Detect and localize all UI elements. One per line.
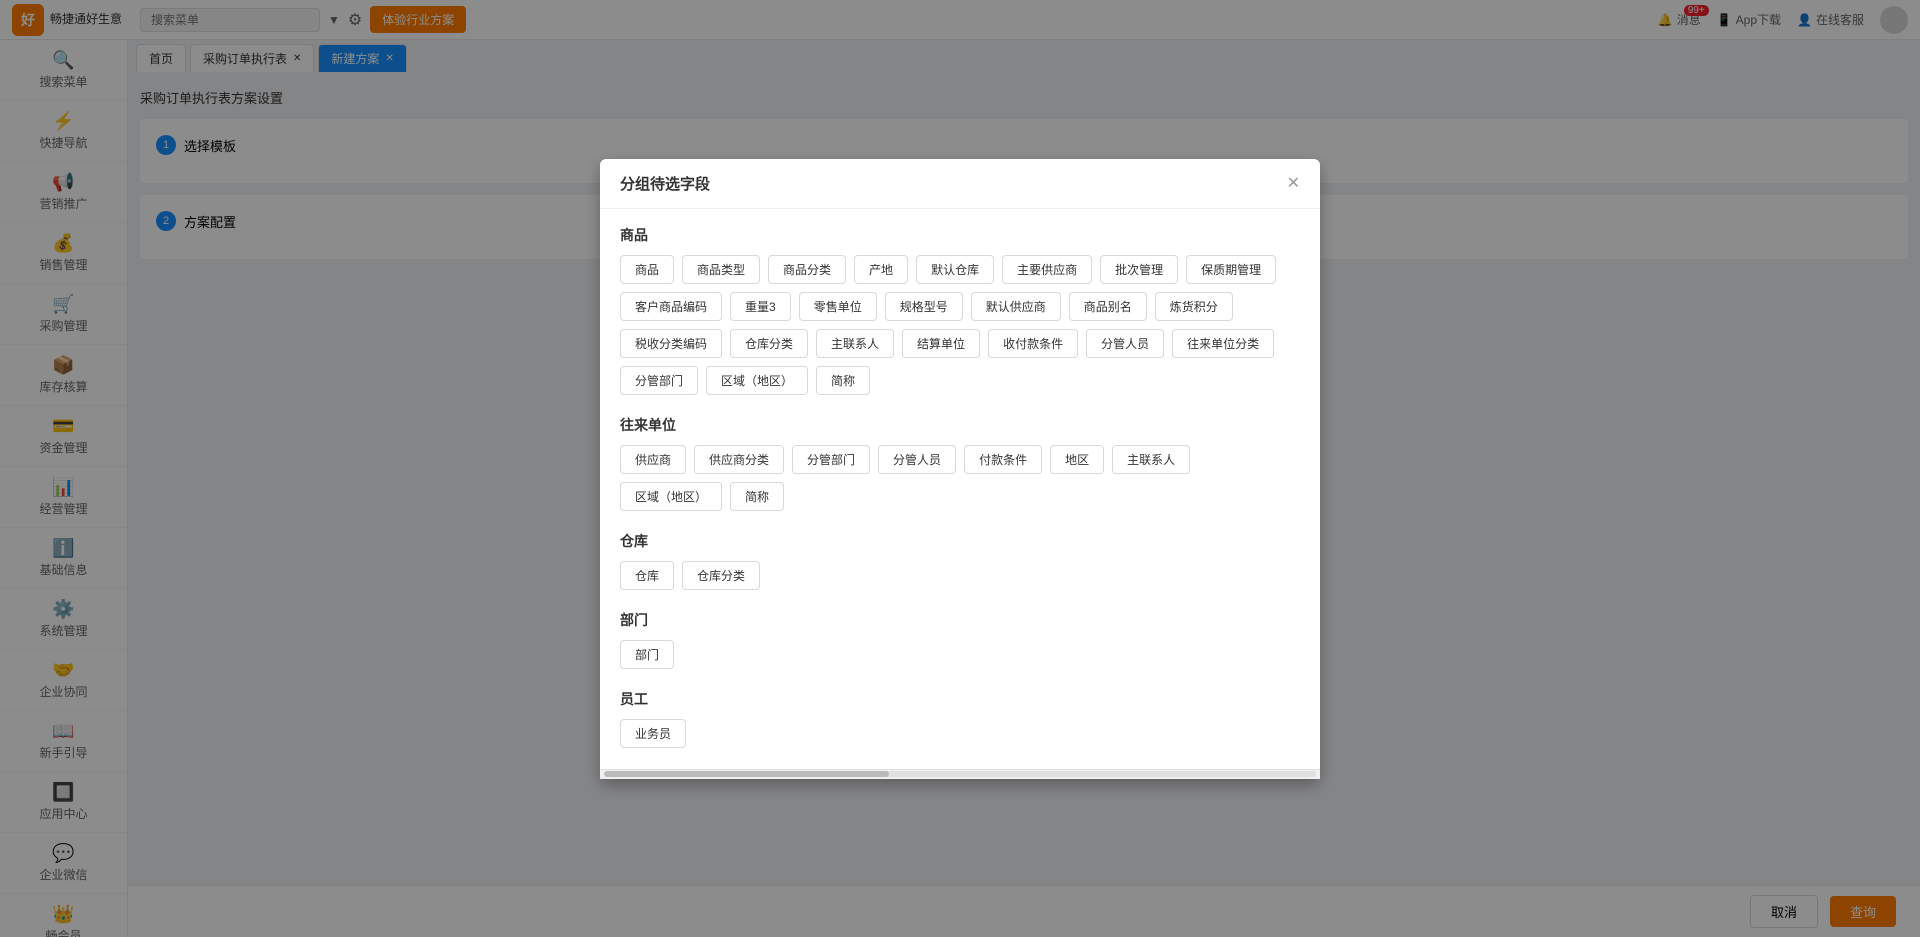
field-grid-0: 商品商品类型商品分类产地默认仓库主要供应商批次管理保质期管理客户商品编码重量3 零… [620,255,1300,395]
field-tag-0-7[interactable]: 保质期管理 [1186,255,1276,284]
modal-body[interactable]: 商品商品商品类型商品分类产地默认仓库主要供应商批次管理保质期管理客户商品编码重量… [600,209,1320,769]
field-tag-0-23[interactable]: 区域（地区） [706,366,808,395]
field-tag-0-10[interactable]: 零售单位 [799,292,877,321]
field-tag-0-12[interactable]: 默认供应商 [971,292,1061,321]
field-section-3: 部门部门 [620,610,1300,669]
field-tag-1-3[interactable]: 分管人员 [878,445,956,474]
field-tag-1-2[interactable]: 分管部门 [792,445,870,474]
field-tag-3-0[interactable]: 部门 [620,640,674,669]
modal-overlay: 分组待选字段 ✕ 商品商品商品类型商品分类产地默认仓库主要供应商批次管理保质期管… [0,0,1920,937]
field-tag-0-14[interactable]: 炼货积分 [1155,292,1233,321]
field-section-0: 商品商品商品类型商品分类产地默认仓库主要供应商批次管理保质期管理客户商品编码重量… [620,225,1300,395]
scrollbar-track [604,771,1316,777]
field-section-4: 员工业务员 [620,689,1300,748]
field-tag-4-0[interactable]: 业务员 [620,719,686,748]
field-section-title-1: 往来单位 [620,415,1300,435]
field-tag-2-1[interactable]: 仓库分类 [682,561,760,590]
field-tag-1-1[interactable]: 供应商分类 [694,445,784,474]
modal-scrollbar[interactable] [600,769,1320,779]
field-tag-1-6[interactable]: 主联系人 [1112,445,1190,474]
modal-close-btn[interactable]: ✕ [1287,173,1300,193]
modal-header: 分组待选字段 ✕ [600,159,1320,209]
field-tag-0-9[interactable]: 重量3 [730,292,791,321]
field-tag-0-17[interactable]: 主联系人 [816,329,894,358]
field-tag-0-6[interactable]: 批次管理 [1100,255,1178,284]
field-tag-0-21[interactable]: 往来单位分类 [1172,329,1274,358]
field-grid-1: 供应商供应商分类分管部门分管人员付款条件地区主联系人区域（地区） 简称 [620,445,1300,511]
field-tag-0-8[interactable]: 客户商品编码 [620,292,722,321]
modal-title: 分组待选字段 [620,173,710,194]
field-tag-0-22[interactable]: 分管部门 [620,366,698,395]
field-section-2: 仓库仓库仓库分类 [620,531,1300,590]
field-tag-1-7[interactable]: 区域（地区） [620,482,722,511]
modal: 分组待选字段 ✕ 商品商品商品类型商品分类产地默认仓库主要供应商批次管理保质期管… [600,159,1320,779]
field-tag-0-2[interactable]: 商品分类 [768,255,846,284]
field-section-title-4: 员工 [620,689,1300,709]
field-tag-0-3[interactable]: 产地 [854,255,908,284]
field-tag-0-19[interactable]: 收付款条件 [988,329,1078,358]
field-grid-2: 仓库仓库分类 [620,561,1300,590]
field-tag-1-8[interactable]: 简称 [730,482,784,511]
scrollbar-thumb [604,771,889,777]
field-tag-0-0[interactable]: 商品 [620,255,674,284]
field-tag-2-0[interactable]: 仓库 [620,561,674,590]
field-tag-0-5[interactable]: 主要供应商 [1002,255,1092,284]
field-tag-1-0[interactable]: 供应商 [620,445,686,474]
field-tag-1-5[interactable]: 地区 [1050,445,1104,474]
field-section-title-3: 部门 [620,610,1300,630]
field-section-title-2: 仓库 [620,531,1300,551]
field-tag-0-16[interactable]: 仓库分类 [730,329,808,358]
field-grid-4: 业务员 [620,719,1300,748]
field-tag-0-24[interactable]: 简称 [816,366,870,395]
field-tag-0-1[interactable]: 商品类型 [682,255,760,284]
field-grid-3: 部门 [620,640,1300,669]
field-section-title-0: 商品 [620,225,1300,245]
field-tag-0-20[interactable]: 分管人员 [1086,329,1164,358]
field-tag-1-4[interactable]: 付款条件 [964,445,1042,474]
field-tag-0-13[interactable]: 商品别名 [1069,292,1147,321]
field-tag-0-15[interactable]: 税收分类编码 [620,329,722,358]
field-tag-0-4[interactable]: 默认仓库 [916,255,994,284]
field-section-1: 往来单位供应商供应商分类分管部门分管人员付款条件地区主联系人区域（地区） 简称 [620,415,1300,511]
field-tag-0-11[interactable]: 规格型号 [885,292,963,321]
field-tag-0-18[interactable]: 结算单位 [902,329,980,358]
